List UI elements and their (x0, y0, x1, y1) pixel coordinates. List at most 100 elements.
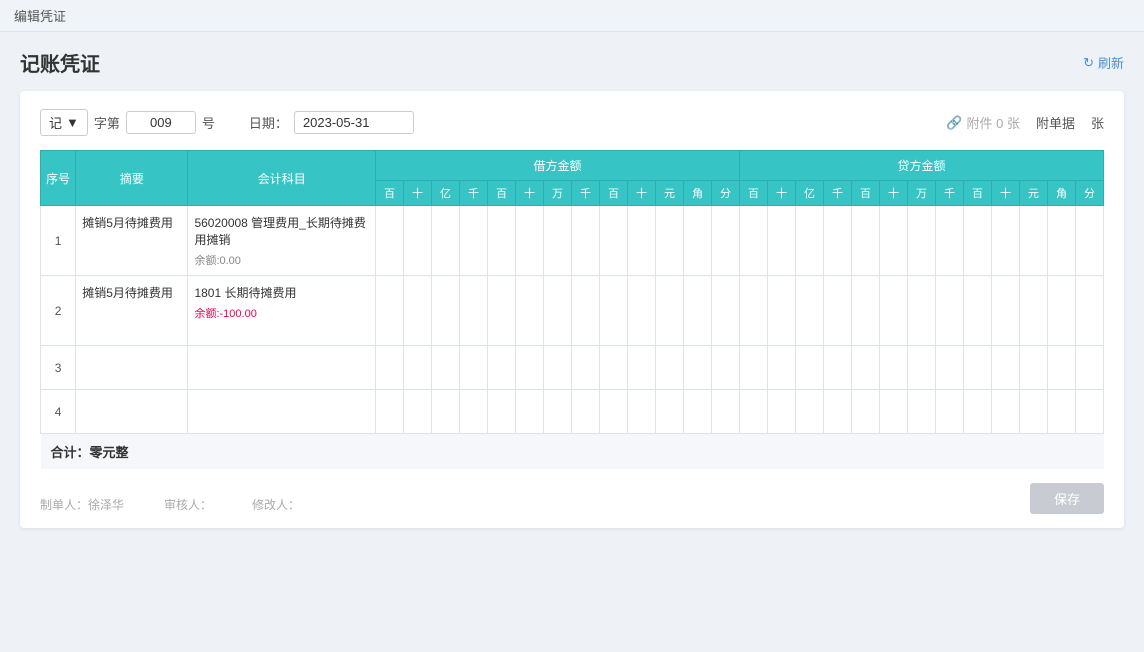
cell-digit-2-15[interactable] (795, 276, 823, 346)
cell-digit-4-19[interactable] (907, 390, 935, 434)
cell-digit-2-14[interactable] (767, 276, 795, 346)
cell-digit-1-5[interactable] (515, 206, 543, 276)
cell-digit-2-22[interactable] (991, 276, 1019, 346)
cell-digit-3-21[interactable] (963, 346, 991, 390)
cell-digit-4-7[interactable] (571, 390, 599, 434)
cell-digit-1-19[interactable] (907, 206, 935, 276)
cell-digit-1-6[interactable] (543, 206, 571, 276)
cell-digit-1-8[interactable] (599, 206, 627, 276)
cell-digit-1-10[interactable] (655, 206, 683, 276)
cell-digit-3-20[interactable] (935, 346, 963, 390)
cell-digit-4-23[interactable] (1019, 390, 1047, 434)
save-button[interactable]: 保存 (1030, 483, 1104, 514)
cell-digit-4-11[interactable] (683, 390, 711, 434)
cell-digit-3-1[interactable] (403, 346, 431, 390)
cell-summary-4[interactable] (76, 390, 188, 434)
cell-account-1[interactable]: 56020008 管理费用_长期待摊费用摊销余额:0.00 (188, 206, 376, 276)
cell-digit-1-17[interactable] (851, 206, 879, 276)
cell-digit-1-21[interactable] (963, 206, 991, 276)
cell-digit-1-2[interactable] (431, 206, 459, 276)
cell-digit-3-10[interactable] (655, 346, 683, 390)
cell-digit-4-22[interactable] (991, 390, 1019, 434)
voucher-number-input[interactable] (126, 111, 196, 134)
cell-digit-3-14[interactable] (767, 346, 795, 390)
cell-digit-1-18[interactable] (879, 206, 907, 276)
cell-digit-1-7[interactable] (571, 206, 599, 276)
cell-digit-4-9[interactable] (627, 390, 655, 434)
cell-digit-2-10[interactable] (655, 276, 683, 346)
cell-digit-4-0[interactable] (375, 390, 403, 434)
cell-digit-1-4[interactable] (487, 206, 515, 276)
cell-digit-2-17[interactable] (851, 276, 879, 346)
cell-digit-4-10[interactable] (655, 390, 683, 434)
cell-digit-4-18[interactable] (879, 390, 907, 434)
cell-digit-2-11[interactable] (683, 276, 711, 346)
cell-digit-3-4[interactable] (487, 346, 515, 390)
cell-digit-2-4[interactable] (487, 276, 515, 346)
cell-digit-1-23[interactable] (1019, 206, 1047, 276)
cell-digit-2-12[interactable] (711, 276, 739, 346)
cell-digit-2-24[interactable] (1047, 276, 1075, 346)
cell-digit-1-13[interactable] (739, 206, 767, 276)
cell-digit-4-8[interactable] (599, 390, 627, 434)
cell-digit-3-3[interactable] (459, 346, 487, 390)
cell-digit-4-1[interactable] (403, 390, 431, 434)
attach-single-label[interactable]: 附单据 (1036, 113, 1075, 132)
cell-digit-3-24[interactable] (1047, 346, 1075, 390)
cell-account-2[interactable]: 1801 长期待摊费用余额:-100.00 (188, 276, 376, 346)
cell-digit-2-9[interactable] (627, 276, 655, 346)
cell-digit-4-2[interactable] (431, 390, 459, 434)
cell-digit-1-25[interactable] (1075, 206, 1103, 276)
cell-digit-4-13[interactable] (739, 390, 767, 434)
cell-digit-3-6[interactable] (543, 346, 571, 390)
cell-digit-3-7[interactable] (571, 346, 599, 390)
refresh-button[interactable]: ↻ 刷新 (1083, 53, 1124, 72)
cell-digit-1-11[interactable] (683, 206, 711, 276)
cell-digit-2-8[interactable] (599, 276, 627, 346)
cell-digit-3-5[interactable] (515, 346, 543, 390)
cell-digit-3-8[interactable] (599, 346, 627, 390)
cell-digit-4-20[interactable] (935, 390, 963, 434)
cell-digit-1-0[interactable] (375, 206, 403, 276)
cell-digit-2-3[interactable] (459, 276, 487, 346)
cell-digit-1-14[interactable] (767, 206, 795, 276)
cell-digit-1-20[interactable] (935, 206, 963, 276)
cell-digit-4-4[interactable] (487, 390, 515, 434)
cell-digit-1-12[interactable] (711, 206, 739, 276)
cell-digit-1-3[interactable] (459, 206, 487, 276)
cell-digit-2-20[interactable] (935, 276, 963, 346)
cell-digit-3-15[interactable] (795, 346, 823, 390)
cell-digit-1-15[interactable] (795, 206, 823, 276)
cell-digit-4-12[interactable] (711, 390, 739, 434)
cell-account-4[interactable] (188, 390, 376, 434)
cell-digit-2-25[interactable] (1075, 276, 1103, 346)
cell-summary-3[interactable] (76, 346, 188, 390)
cell-digit-1-16[interactable] (823, 206, 851, 276)
cell-digit-2-0[interactable] (375, 276, 403, 346)
cell-digit-3-11[interactable] (683, 346, 711, 390)
cell-digit-2-1[interactable] (403, 276, 431, 346)
cell-digit-4-14[interactable] (767, 390, 795, 434)
cell-digit-3-12[interactable] (711, 346, 739, 390)
cell-digit-3-25[interactable] (1075, 346, 1103, 390)
cell-account-3[interactable] (188, 346, 376, 390)
cell-digit-1-1[interactable] (403, 206, 431, 276)
cell-digit-2-16[interactable] (823, 276, 851, 346)
cell-digit-2-23[interactable] (1019, 276, 1047, 346)
cell-digit-4-3[interactable] (459, 390, 487, 434)
cell-digit-4-17[interactable] (851, 390, 879, 434)
cell-digit-2-19[interactable] (907, 276, 935, 346)
cell-digit-2-7[interactable] (571, 276, 599, 346)
cell-digit-3-0[interactable] (375, 346, 403, 390)
cell-digit-3-18[interactable] (879, 346, 907, 390)
cell-digit-4-24[interactable] (1047, 390, 1075, 434)
cell-summary-2[interactable]: 摊销5月待摊费用 (76, 276, 188, 346)
cell-digit-3-13[interactable] (739, 346, 767, 390)
cell-digit-2-18[interactable] (879, 276, 907, 346)
cell-digit-3-23[interactable] (1019, 346, 1047, 390)
date-input[interactable] (294, 111, 414, 134)
cell-digit-3-2[interactable] (431, 346, 459, 390)
voucher-type-dropdown[interactable]: 记 ▼ (40, 109, 88, 136)
cell-digit-3-22[interactable] (991, 346, 1019, 390)
cell-digit-2-5[interactable] (515, 276, 543, 346)
